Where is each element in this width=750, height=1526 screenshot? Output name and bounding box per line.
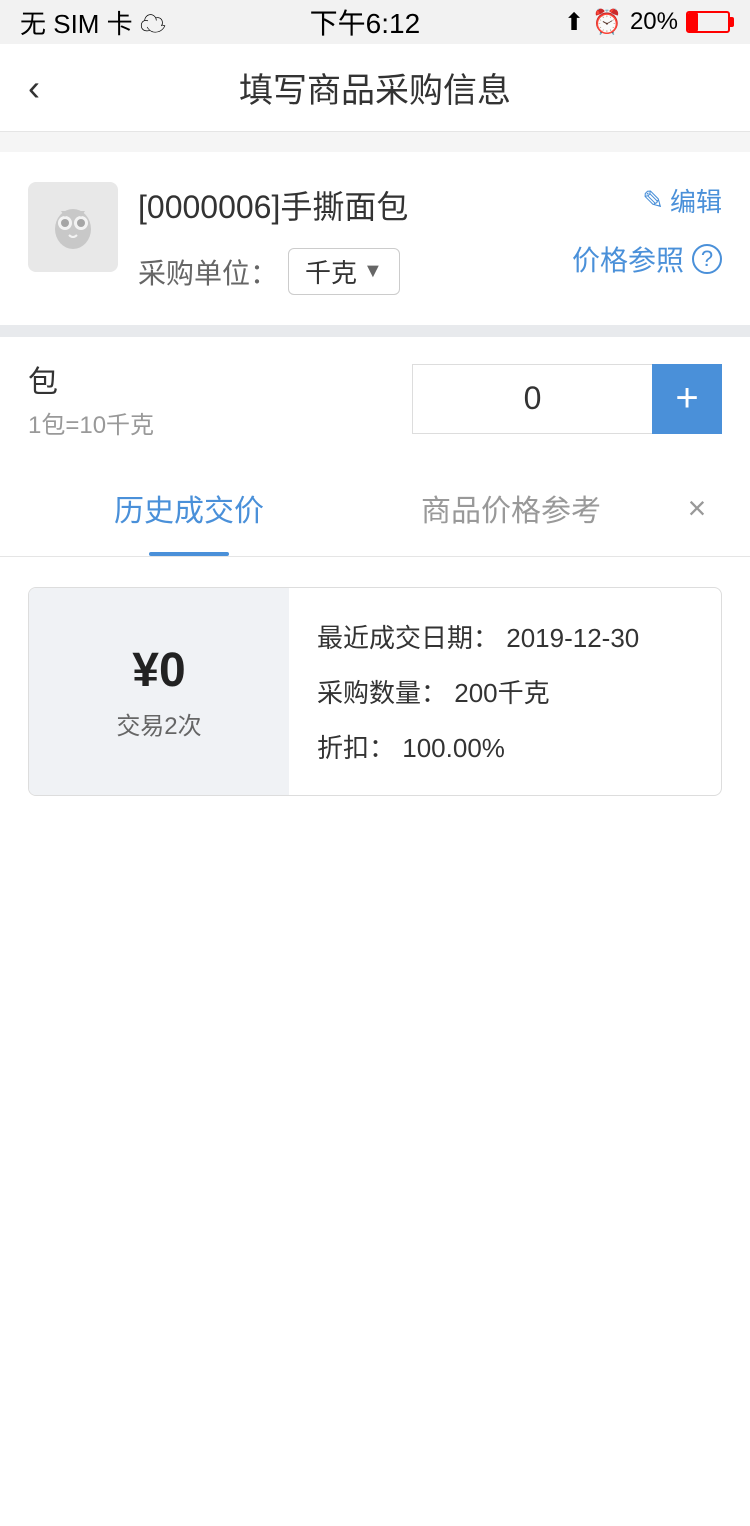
history-content: ¥0 交易2次 最近成交日期： 2019-12-30 采购数量： 200千克 折… <box>0 557 750 826</box>
quantity-row: 包 1包=10千克 0 + <box>0 337 750 460</box>
history-discount-row: 折扣： 100.00% <box>317 728 693 765</box>
price-ref-button[interactable]: 价格参照 ? <box>572 239 722 279</box>
back-button[interactable]: ‹ <box>28 67 40 109</box>
date-label: 最近成交日期： <box>317 623 499 653</box>
location-icon: ⬆ <box>564 8 584 37</box>
help-icon: ? <box>692 244 722 274</box>
status-left: 无 SIM 卡 ☁ <box>20 4 166 41</box>
status-right: ⬆ ⏰ 20% <box>564 8 730 37</box>
tab-product-price-ref[interactable]: 商品价格参考 <box>350 460 672 556</box>
quantity-controls: 0 + <box>412 364 722 434</box>
battery-icon <box>686 11 730 33</box>
battery-percent: 20% <box>630 8 678 36</box>
discount-value: 100.00% <box>402 733 505 763</box>
alarm-icon: ⏰ <box>592 8 622 37</box>
product-logo-icon <box>43 197 103 257</box>
unit-label: 采购单位： <box>138 252 278 292</box>
product-left: [0000006]手撕面包 采购单位： 千克 ▼ <box>28 182 408 295</box>
product-unit-row: 采购单位： 千克 ▼ <box>138 248 408 295</box>
quantity-input[interactable]: 0 <box>412 364 652 434</box>
unit-selector[interactable]: 千克 ▼ <box>288 248 400 295</box>
divider <box>0 325 750 337</box>
history-price: ¥0 <box>132 643 185 698</box>
product-card: [0000006]手撕面包 采购单位： 千克 ▼ ✎ 编辑 价格参照 ? <box>0 152 750 325</box>
quantity-value: 0 <box>524 380 542 417</box>
chevron-down-icon: ▼ <box>363 260 383 283</box>
history-card: ¥0 交易2次 最近成交日期： 2019-12-30 采购数量： 200千克 折… <box>28 587 722 796</box>
page-title: 填写商品采购信息 <box>239 63 511 112</box>
product-right: ✎ 编辑 价格参照 ? <box>572 182 722 279</box>
discount-label: 折扣： <box>317 733 395 763</box>
unit-value: 千克 <box>305 253 357 290</box>
product-name: [0000006]手撕面包 <box>138 182 408 228</box>
tab-price-ref-label: 商品价格参考 <box>421 495 601 528</box>
tab-history-price[interactable]: 历史成交价 <box>28 460 350 556</box>
header: ‹ 填写商品采购信息 <box>0 44 750 132</box>
signal-text: 无 SIM 卡 ☁ <box>20 4 166 41</box>
history-date-row: 最近成交日期： 2019-12-30 <box>317 618 693 655</box>
tabs-section: 历史成交价 商品价格参考 × ¥0 交易2次 最近成交日期： 2019-12-3… <box>0 460 750 826</box>
bottom-space <box>0 826 750 1526</box>
status-bar: 无 SIM 卡 ☁ 下午6:12 ⬆ ⏰ 20% <box>0 0 750 44</box>
date-value: 2019-12-30 <box>506 623 639 653</box>
quantity-unit-name: 包 <box>28 357 154 401</box>
history-left: ¥0 交易2次 <box>29 588 289 795</box>
quantity-plus-button[interactable]: + <box>652 364 722 434</box>
edit-label: 编辑 <box>670 182 722 219</box>
tabs-row: 历史成交价 商品价格参考 × <box>0 460 750 557</box>
quantity-label: 采购数量： <box>317 678 447 708</box>
tab-close-button[interactable]: × <box>672 483 722 533</box>
history-quantity-row: 采购数量： 200千克 <box>317 673 693 710</box>
product-info: [0000006]手撕面包 采购单位： 千克 ▼ <box>138 182 408 295</box>
quantity-unit-info: 包 1包=10千克 <box>28 357 154 440</box>
quantity-unit-desc: 1包=10千克 <box>28 405 154 440</box>
price-ref-label: 价格参照 <box>572 239 684 279</box>
tab-history-label: 历史成交价 <box>114 495 264 528</box>
product-image <box>28 182 118 272</box>
history-count: 交易2次 <box>116 706 201 741</box>
status-time: 下午6:12 <box>310 2 421 42</box>
edit-button[interactable]: ✎ 编辑 <box>642 182 722 219</box>
history-right: 最近成交日期： 2019-12-30 采购数量： 200千克 折扣： 100.0… <box>289 588 721 795</box>
quantity-val: 200千克 <box>454 678 549 708</box>
product-top: [0000006]手撕面包 采购单位： 千克 ▼ ✎ 编辑 价格参照 ? <box>28 182 722 295</box>
edit-icon: ✎ <box>642 185 664 216</box>
